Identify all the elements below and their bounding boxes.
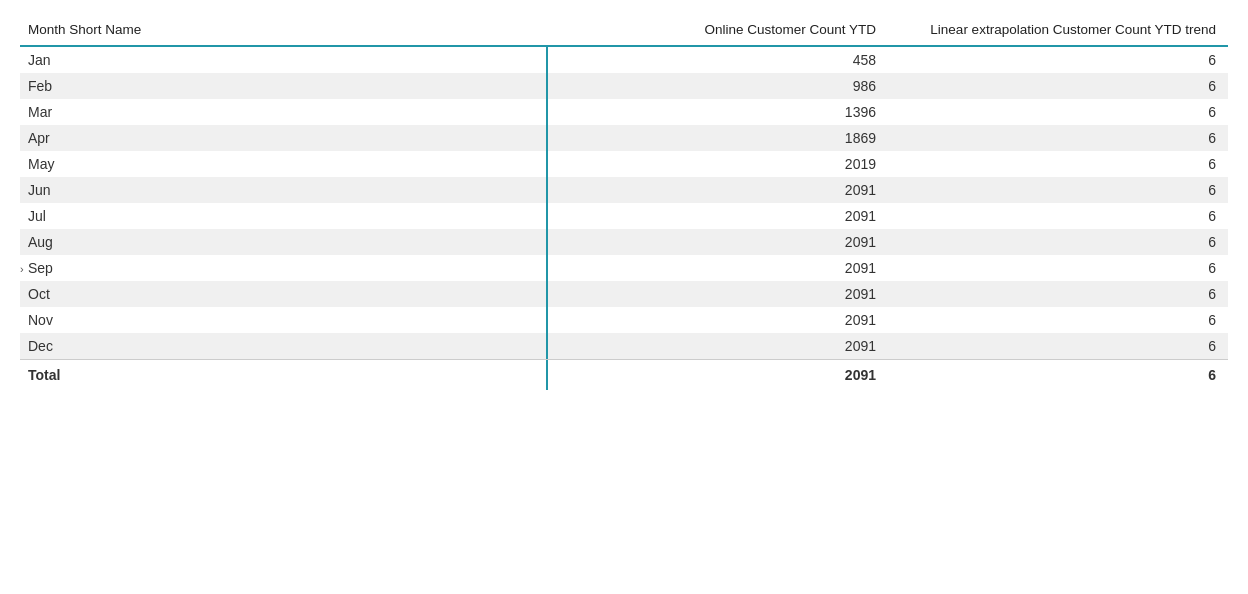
- cell-linear: 6: [888, 125, 1228, 151]
- cell-linear: 6: [888, 307, 1228, 333]
- cell-online: 986: [548, 73, 888, 99]
- cell-month: Mar: [20, 99, 548, 125]
- table-row: ›Sep20916: [20, 255, 1228, 281]
- cell-linear: 6: [888, 255, 1228, 281]
- cell-online: 2091: [548, 177, 888, 203]
- cell-linear: 6: [888, 281, 1228, 307]
- cell-linear: 6: [888, 46, 1228, 73]
- cell-online: 2091: [548, 203, 888, 229]
- cell-month: Feb: [20, 73, 548, 99]
- footer-linear: 6: [888, 360, 1228, 391]
- table-row: May20196: [20, 151, 1228, 177]
- table-row: Feb9866: [20, 73, 1228, 99]
- cell-linear: 6: [888, 203, 1228, 229]
- table-row: Jan4586: [20, 46, 1228, 73]
- cell-online: 1869: [548, 125, 888, 151]
- cell-online: 2019: [548, 151, 888, 177]
- cell-month: ›Sep: [20, 255, 548, 281]
- cell-month: Dec: [20, 333, 548, 360]
- cell-linear: 6: [888, 151, 1228, 177]
- cell-online: 2091: [548, 229, 888, 255]
- cell-month: Aug: [20, 229, 548, 255]
- table-header-row: Month Short Name Online Customer Count Y…: [20, 16, 1228, 46]
- cell-online: 2091: [548, 255, 888, 281]
- table-footer-row: Total 2091 6: [20, 360, 1228, 391]
- cell-month: Jan: [20, 46, 548, 73]
- cell-month: Jul: [20, 203, 548, 229]
- cell-month: Oct: [20, 281, 548, 307]
- cell-month: Nov: [20, 307, 548, 333]
- cell-month: Jun: [20, 177, 548, 203]
- cell-linear: 6: [888, 177, 1228, 203]
- table-row: Apr18696: [20, 125, 1228, 151]
- table-row: Jul20916: [20, 203, 1228, 229]
- cell-online: 2091: [548, 333, 888, 360]
- table-row: Aug20916: [20, 229, 1228, 255]
- footer-online: 2091: [548, 360, 888, 391]
- table-row: Dec20916: [20, 333, 1228, 360]
- table-row: Nov20916: [20, 307, 1228, 333]
- cell-linear: 6: [888, 333, 1228, 360]
- header-online: Online Customer Count YTD: [548, 16, 888, 46]
- cell-online: 458: [548, 46, 888, 73]
- cell-linear: 6: [888, 99, 1228, 125]
- table-row: Jun20916: [20, 177, 1228, 203]
- cell-online: 2091: [548, 281, 888, 307]
- footer-month: Total: [20, 360, 548, 391]
- cell-linear: 6: [888, 229, 1228, 255]
- header-month: Month Short Name: [20, 16, 548, 46]
- table-row: Oct20916: [20, 281, 1228, 307]
- cell-online: 1396: [548, 99, 888, 125]
- cell-online: 2091: [548, 307, 888, 333]
- data-table-container: Month Short Name Online Customer Count Y…: [20, 16, 1228, 390]
- cell-linear: 6: [888, 73, 1228, 99]
- cell-month: May: [20, 151, 548, 177]
- table-row: Mar13966: [20, 99, 1228, 125]
- header-linear: Linear extrapolation Customer Count YTD …: [888, 16, 1228, 46]
- data-table: Month Short Name Online Customer Count Y…: [20, 16, 1228, 390]
- cell-month: Apr: [20, 125, 548, 151]
